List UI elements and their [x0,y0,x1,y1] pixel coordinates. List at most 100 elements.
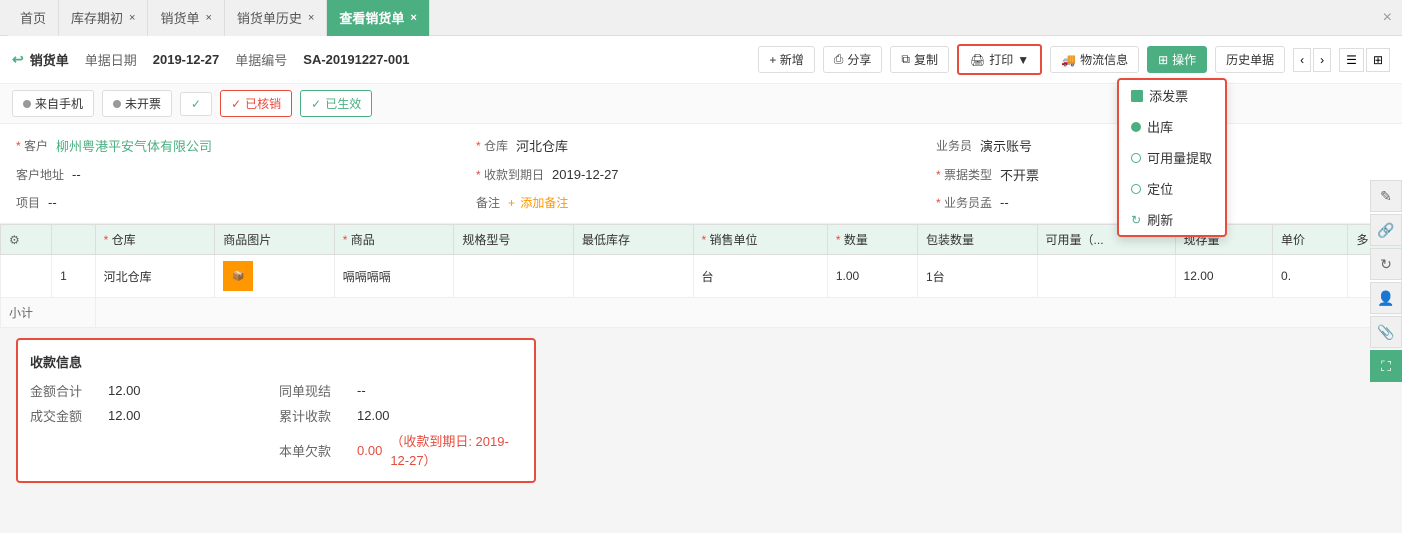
address-field: 客户地址 -- [16,165,466,184]
menu-available-qty[interactable]: 可用量提取 [1119,142,1225,173]
already-effective-button[interactable]: ✓ 已生效 [300,90,372,117]
menu-refresh[interactable]: ↻ 刷新 [1119,204,1225,235]
right-expand-button[interactable]: ⛶ [1370,350,1402,382]
table-row: 1 河北仓库 📦 嗝嗝嗝嗝 台 1.00 1台 12.00 0. [1,255,1402,298]
prev-button[interactable]: ‹ [1293,48,1311,72]
project-value: -- [48,195,57,210]
history-button[interactable]: 历史单据 [1215,46,1285,73]
tab-inventory-init[interactable]: 库存期初 × [59,0,148,36]
payment-grid: 金额合计 12.00 成交金额 12.00 同单现结 -- 累计收款 12.00… [30,381,522,469]
copy-icon: ⧉ [901,52,910,67]
payment-left: 金额合计 12.00 成交金额 12.00 [30,381,273,469]
payment-right: 同单现结 -- 累计收款 12.00 本单欠款 0.00 （收款到期日: 201… [279,381,522,469]
col-sales-unit: * 销售单位 [693,225,827,255]
transaction-row: 成交金额 12.00 [30,406,273,425]
print-button[interactable]: 🖨 打印 ▼ [960,47,1039,72]
transaction-label: 成交金额 [30,406,100,425]
warehouse-field: 仓库 河北仓库 [476,136,926,155]
col-product-img: 商品图片 [215,225,335,255]
effect-icon: ✓ [311,97,321,111]
product-image: 📦 [223,261,253,291]
notes-label: 备注 [476,194,500,211]
view-list[interactable]: ☰ [1339,48,1364,72]
ticket-type-value: 不开票 [1000,165,1039,184]
cell-settings [1,255,52,298]
share-button[interactable]: ⎙ 分享 [823,46,883,73]
accumulated-value: 12.00 [357,408,390,423]
col-pack-qty: 包装数量 [917,225,1037,255]
right-edit-button[interactable]: ✎ [1370,180,1402,212]
customer-label: 客户 [16,137,48,154]
cancel-icon: ✓ [231,97,241,111]
tab-view-sales[interactable]: 查看销货单 × [327,0,429,36]
check-icon: ✓ [191,97,201,111]
document-header: ↩ 销货单 单据日期 2019-12-27 单据编号 SA-20191227-0… [0,36,1402,84]
available-qty-icon [1131,153,1141,163]
close-tab-view-sales[interactable]: × [410,12,416,24]
col-settings[interactable]: ⚙ [1,225,52,255]
add-invoice-icon [1131,90,1143,102]
col-min-stock: 最低库存 [573,225,693,255]
new-button[interactable]: + 新增 [758,46,814,73]
share-icon: ⎙ [834,52,844,67]
warehouse-label: 仓库 [476,137,508,154]
right-user-button[interactable]: 👤 [1370,282,1402,314]
close-tab-history[interactable]: × [308,12,314,24]
col-product: * 商品 [334,225,454,255]
locate-icon [1131,184,1141,194]
menu-locate[interactable]: 定位 [1119,173,1225,204]
customer-value[interactable]: 柳州粤港平安气体有限公司 [56,136,212,155]
product-table-wrap: ⚙ * 仓库 商品图片 * 商品 规格型号 最低库存 * 销售单位 * 数量 包… [0,224,1402,328]
transaction-value: 12.00 [108,408,141,423]
tab-bar: 首页 库存期初 × 销货单 × 销货单历史 × 查看销货单 × × [0,0,1402,36]
overdue-label: 本单欠款 [279,441,349,460]
payment-date-value: 2019-12-27 [552,167,619,182]
cell-min-stock [573,255,693,298]
add-note-button[interactable]: + 添加备注 [508,194,568,211]
nav-arrows: ‹ › [1293,48,1331,72]
close-tab-sales[interactable]: × [205,12,211,24]
copy-button[interactable]: ⧉ 复制 [890,46,949,73]
already-cancelled-button[interactable]: ✓ 已核销 [220,90,292,117]
cell-spec [454,255,574,298]
add-note-icon: + [508,196,515,210]
tab-sales-history[interactable]: 销货单历史 × [225,0,327,36]
tab-home[interactable]: 首页 [8,0,59,36]
next-button[interactable]: › [1313,48,1331,72]
ticket-type-label: 票据类型 [936,166,992,183]
overdue-value: 0.00 [357,443,382,458]
logistics-icon: 🚚 [1061,53,1076,67]
product-table: ⚙ * 仓库 商品图片 * 商品 规格型号 最低库存 * 销售单位 * 数量 包… [0,224,1402,328]
not-open-dot-icon [113,100,121,108]
cell-warehouse: 河北仓库 [95,255,215,298]
menu-add-invoice[interactable]: 添发票 [1119,80,1225,111]
staff-label: 业务员 [936,137,972,154]
operations-button[interactable]: ⊞ 操作 [1147,46,1207,73]
menu-outbound[interactable]: 出库 [1119,111,1225,142]
date-value: 2019-12-27 [153,52,220,67]
col-quantity: * 数量 [827,225,917,255]
close-all-tabs[interactable]: × [1383,9,1392,27]
from-mobile-button[interactable]: 来自手机 [12,90,94,117]
subtotal-label-cell: 小计 [1,298,96,328]
logistics-button[interactable]: 🚚 物流信息 [1050,46,1139,73]
cell-stock: 12.00 [1175,255,1273,298]
operations-dropdown: ⊞ 操作 添发票 出库 可用量提取 定位 [1147,46,1207,73]
right-attachment-button[interactable]: 📎 [1370,316,1402,348]
staff-value: 演示账号 [980,136,1032,155]
right-refresh-button[interactable]: ↻ [1370,248,1402,280]
cell-row-num: 1 [52,255,96,298]
right-link-button[interactable]: 🔗 [1370,214,1402,246]
not-open-ticket-button[interactable]: 未开票 [102,90,172,117]
col-warehouse: * 仓库 [95,225,215,255]
check-button[interactable]: ✓ [180,92,212,116]
due-date-text: （收款到期日: 2019-12-27） [390,431,522,469]
accumulated-label: 累计收款 [279,406,349,425]
tab-sales-order[interactable]: 销货单 × [148,0,224,36]
view-grid[interactable]: ⊞ [1366,48,1390,72]
print-icon: 🖨 [970,53,985,67]
address-label: 客户地址 [16,166,64,183]
number-value: SA-20191227-001 [303,52,409,67]
close-tab-inventory[interactable]: × [129,12,135,24]
amount-total-row: 金额合计 12.00 [30,381,273,400]
